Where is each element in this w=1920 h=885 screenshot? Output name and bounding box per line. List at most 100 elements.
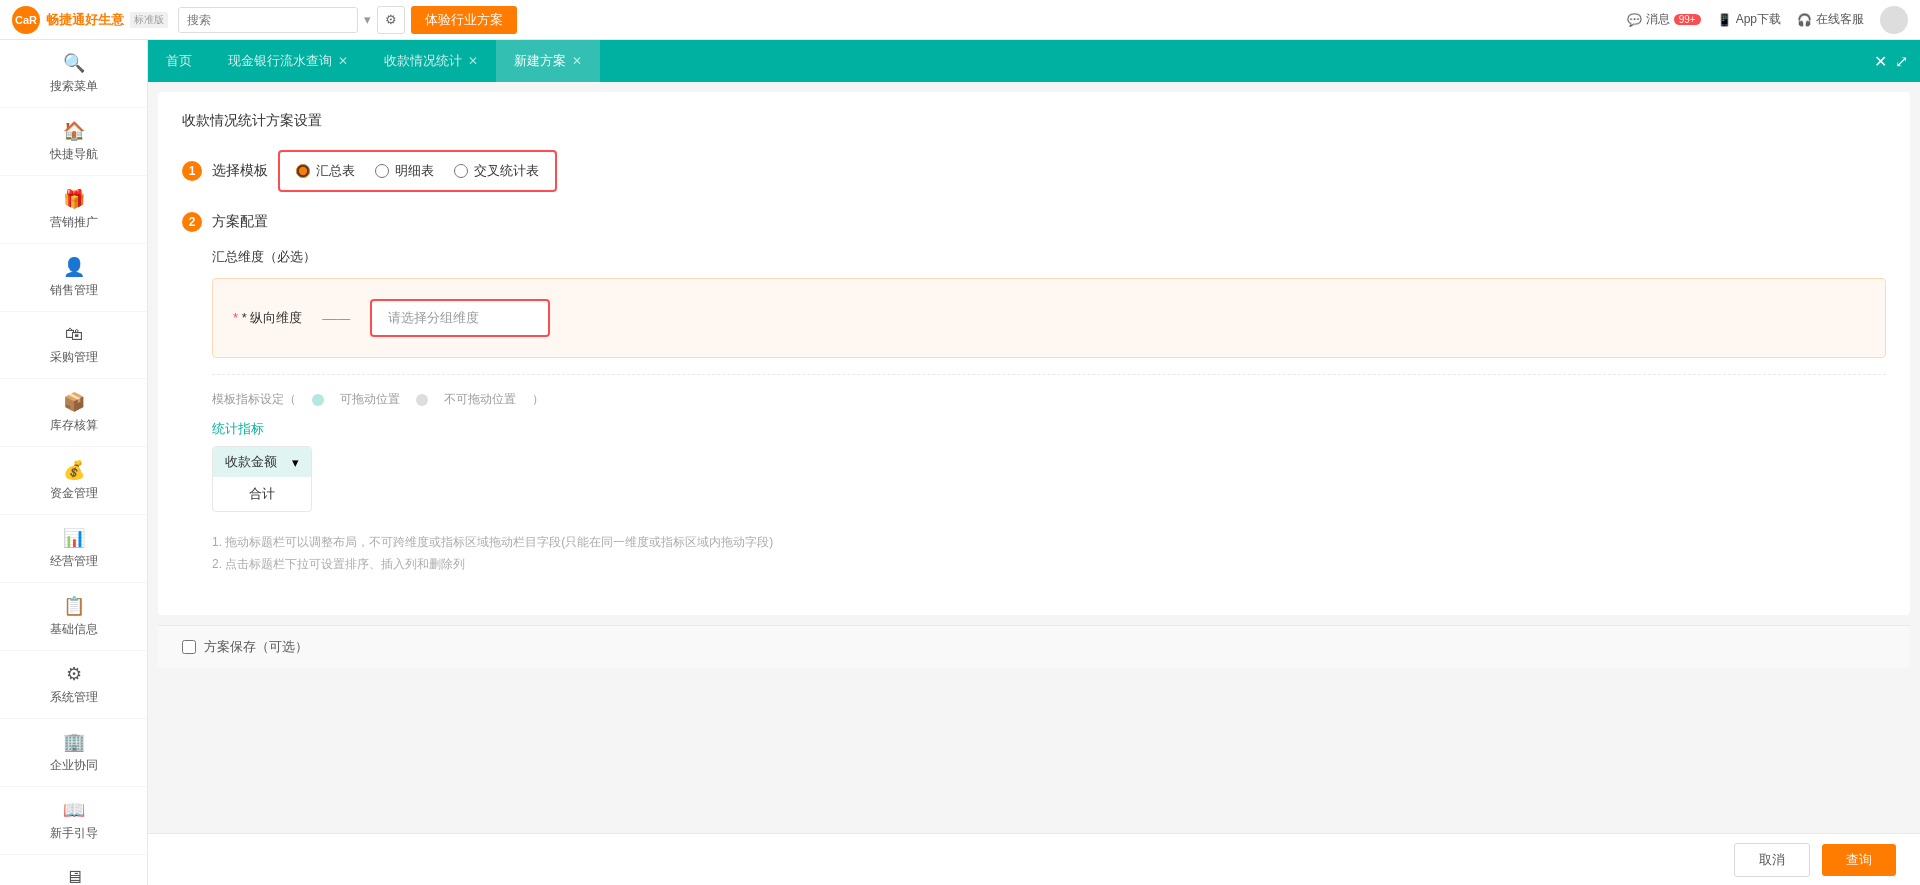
tab-bank[interactable]: 现金银行流水查询 ✕ — [210, 40, 366, 82]
tab-expand-button[interactable]: ⤢ — [1895, 52, 1908, 71]
gift-icon: 🎁 — [63, 188, 85, 210]
breadcrumb-arrow-icon: ▾ — [364, 12, 371, 27]
dimension-select[interactable]: 请选择分组维度 — [370, 299, 550, 337]
online-support-button[interactable]: 🎧 在线客服 — [1797, 11, 1864, 28]
vertical-dimension-label: * * 纵向维度 — [233, 309, 302, 327]
support-icon: 🎧 — [1797, 13, 1812, 27]
dimension-arrow-icon: —— — [322, 310, 350, 326]
tab-stats-close-icon[interactable]: ✕ — [468, 54, 478, 68]
logo-badge: 标准版 — [130, 12, 168, 28]
home-icon: 🏠 — [63, 120, 85, 142]
message-icon: 💬 — [1627, 13, 1642, 27]
content-area: 首页 现金银行流水查询 ✕ 收款情况统计 ✕ 新建方案 ✕ ✕ ⤢ 收 — [148, 40, 1920, 885]
sidebar-item-search[interactable]: 🔍 搜索菜单 — [0, 40, 147, 108]
tip-1: 1. 拖动标题栏可以调整布局，不可跨维度或指标区域拖动栏目字段(只能在同一维度或… — [212, 532, 1886, 554]
breadcrumb-area: ▾ ⚙ 体验行业方案 — [178, 6, 1617, 34]
radio-summary[interactable]: 汇总表 — [296, 162, 355, 180]
section-1-number: 1 — [182, 161, 202, 181]
sidebar-item-finance[interactable]: 💰 资金管理 — [0, 447, 147, 515]
sidebar-item-operations[interactable]: 📊 经营管理 — [0, 515, 147, 583]
stats-card: 收款金额 ▾ 合计 — [212, 446, 312, 512]
sidebar-item-basic[interactable]: 📋 基础信息 — [0, 583, 147, 651]
sidebar-item-inventory[interactable]: 📦 库存核算 — [0, 379, 147, 447]
sidebar-item-sales[interactable]: 👤 销售管理 — [0, 244, 147, 312]
sidebar-item-enterprise[interactable]: 🏢 企业协同 — [0, 719, 147, 787]
notifications-badge: 99+ — [1674, 14, 1701, 25]
page-title: 收款情况统计方案设置 — [182, 112, 1886, 130]
sidebar-item-marketing[interactable]: 🎁 营销推广 — [0, 176, 147, 244]
user-icon: 👤 — [63, 256, 85, 278]
non-draggable-badge — [416, 394, 428, 406]
chart-icon: 📊 — [63, 527, 85, 549]
logo-icon: CaR — [12, 6, 40, 34]
breadcrumb-input[interactable] — [178, 7, 358, 33]
section-config: 2 方案配置 汇总维度（必选） * * 纵向维度 — [182, 212, 1886, 575]
nav-tabs: 首页 现金银行流水查询 ✕ 收款情况统计 ✕ 新建方案 ✕ ✕ ⤢ — [148, 40, 1920, 82]
building-icon: 🏢 — [63, 731, 85, 753]
section-2-number: 2 — [182, 212, 202, 232]
radio-detail[interactable]: 明细表 — [375, 162, 434, 180]
bottom-actions: 取消 查询 — [148, 833, 1920, 885]
sidebar-item-hardware[interactable]: 🖥 智能硬件 — [0, 855, 147, 885]
search-icon: 🔍 — [63, 52, 85, 74]
dimension-grid: * * 纵向维度 —— 请选择分组维度 — [212, 278, 1886, 358]
radio-cross[interactable]: 交叉统计表 — [454, 162, 539, 180]
indicators-label-row: 模板指标设定（ 可拖动位置 不可拖动位置 ） — [212, 391, 1886, 408]
radio-summary-label: 汇总表 — [316, 162, 355, 180]
section-template-header: 1 选择模板 汇总表 明细表 — [182, 150, 1886, 192]
stats-card-body: 合计 — [213, 477, 311, 511]
sidebar-item-system[interactable]: ⚙ 系统管理 — [0, 651, 147, 719]
template-selector: 汇总表 明细表 交叉统计表 — [278, 150, 557, 192]
tab-home[interactable]: 首页 — [148, 40, 210, 82]
stats-card-header-text: 收款金额 — [225, 453, 277, 471]
dimension-group-title: 汇总维度（必选） — [212, 248, 1886, 266]
tips-section: 1. 拖动标题栏可以调整布局，不可跨维度或指标区域拖动栏目字段(只能在同一维度或… — [212, 532, 1886, 575]
save-checkbox[interactable] — [182, 640, 196, 654]
shopping-icon: 🛍 — [65, 324, 83, 345]
sidebar-item-purchase[interactable]: 🛍 采购管理 — [0, 312, 147, 379]
save-option: 方案保存（可选） — [158, 625, 1910, 668]
notifications-button[interactable]: 💬 消息 99+ — [1627, 11, 1701, 28]
radio-detail-label: 明细表 — [395, 162, 434, 180]
section-config-header: 2 方案配置 — [182, 212, 1886, 232]
radio-cross-label: 交叉统计表 — [474, 162, 539, 180]
tab-close-all-button[interactable]: ✕ — [1874, 52, 1887, 71]
settings-button[interactable]: ⚙ — [377, 6, 405, 34]
cancel-button[interactable]: 取消 — [1734, 843, 1810, 877]
form-card: 收款情况统计方案设置 1 选择模板 汇总表 — [158, 92, 1910, 615]
sidebar-item-quicknav[interactable]: 🏠 快捷导航 — [0, 108, 147, 176]
sidebar-item-guide[interactable]: 📖 新手引导 — [0, 787, 147, 855]
top-bar: CaR 畅捷通好生意 标准版 ▾ ⚙ 体验行业方案 💬 消息 99+ 📱 App… — [0, 0, 1920, 40]
monitor-icon: 🖥 — [65, 867, 83, 885]
main-layout: 🔍 搜索菜单 🏠 快捷导航 🎁 营销推广 👤 销售管理 🛍 采购管理 📦 库存核… — [0, 40, 1920, 885]
draggable-badge — [312, 394, 324, 406]
clipboard-icon: 📋 — [63, 595, 85, 617]
app-download-button[interactable]: 📱 App下载 — [1717, 11, 1781, 28]
section-template: 1 选择模板 汇总表 明细表 — [182, 150, 1886, 192]
tab-actions: ✕ ⤢ — [1862, 52, 1920, 71]
stats-card-header[interactable]: 收款金额 ▾ — [213, 447, 311, 477]
dropdown-icon: ▾ — [292, 455, 299, 470]
industry-button[interactable]: 体验行业方案 — [411, 6, 517, 34]
tab-new-close-icon[interactable]: ✕ — [572, 54, 582, 68]
money-icon: 💰 — [63, 459, 85, 481]
tip-2: 2. 点击标题栏下拉可设置排序、插入列和删除列 — [212, 554, 1886, 576]
logo-text: 畅捷通好生意 — [46, 11, 124, 29]
tab-bank-close-icon[interactable]: ✕ — [338, 54, 348, 68]
save-label: 方案保存（可选） — [204, 638, 308, 656]
indicators-section: 模板指标设定（ 可拖动位置 不可拖动位置 ） 统计指标 收款金额 — [212, 374, 1886, 512]
tab-stats[interactable]: 收款情况统计 ✕ — [366, 40, 496, 82]
top-right-area: 💬 消息 99+ 📱 App下载 🎧 在线客服 — [1627, 6, 1908, 34]
book-icon: 📖 — [63, 799, 85, 821]
logo: CaR 畅捷通好生意 标准版 — [12, 6, 168, 34]
section-1-title: 选择模板 — [212, 162, 268, 180]
box-icon: 📦 — [63, 391, 85, 413]
query-button[interactable]: 查询 — [1822, 844, 1896, 876]
tab-new[interactable]: 新建方案 ✕ — [496, 40, 600, 82]
user-avatar[interactable] — [1880, 6, 1908, 34]
section-2-title: 方案配置 — [212, 213, 268, 231]
dimension-row: * * 纵向维度 —— 请选择分组维度 — [233, 299, 1865, 337]
page-content: 收款情况统计方案设置 1 选择模板 汇总表 — [148, 82, 1920, 833]
sidebar: 🔍 搜索菜单 🏠 快捷导航 🎁 营销推广 👤 销售管理 🛍 采购管理 📦 库存核… — [0, 40, 148, 885]
stats-section-title: 统计指标 — [212, 420, 1886, 438]
